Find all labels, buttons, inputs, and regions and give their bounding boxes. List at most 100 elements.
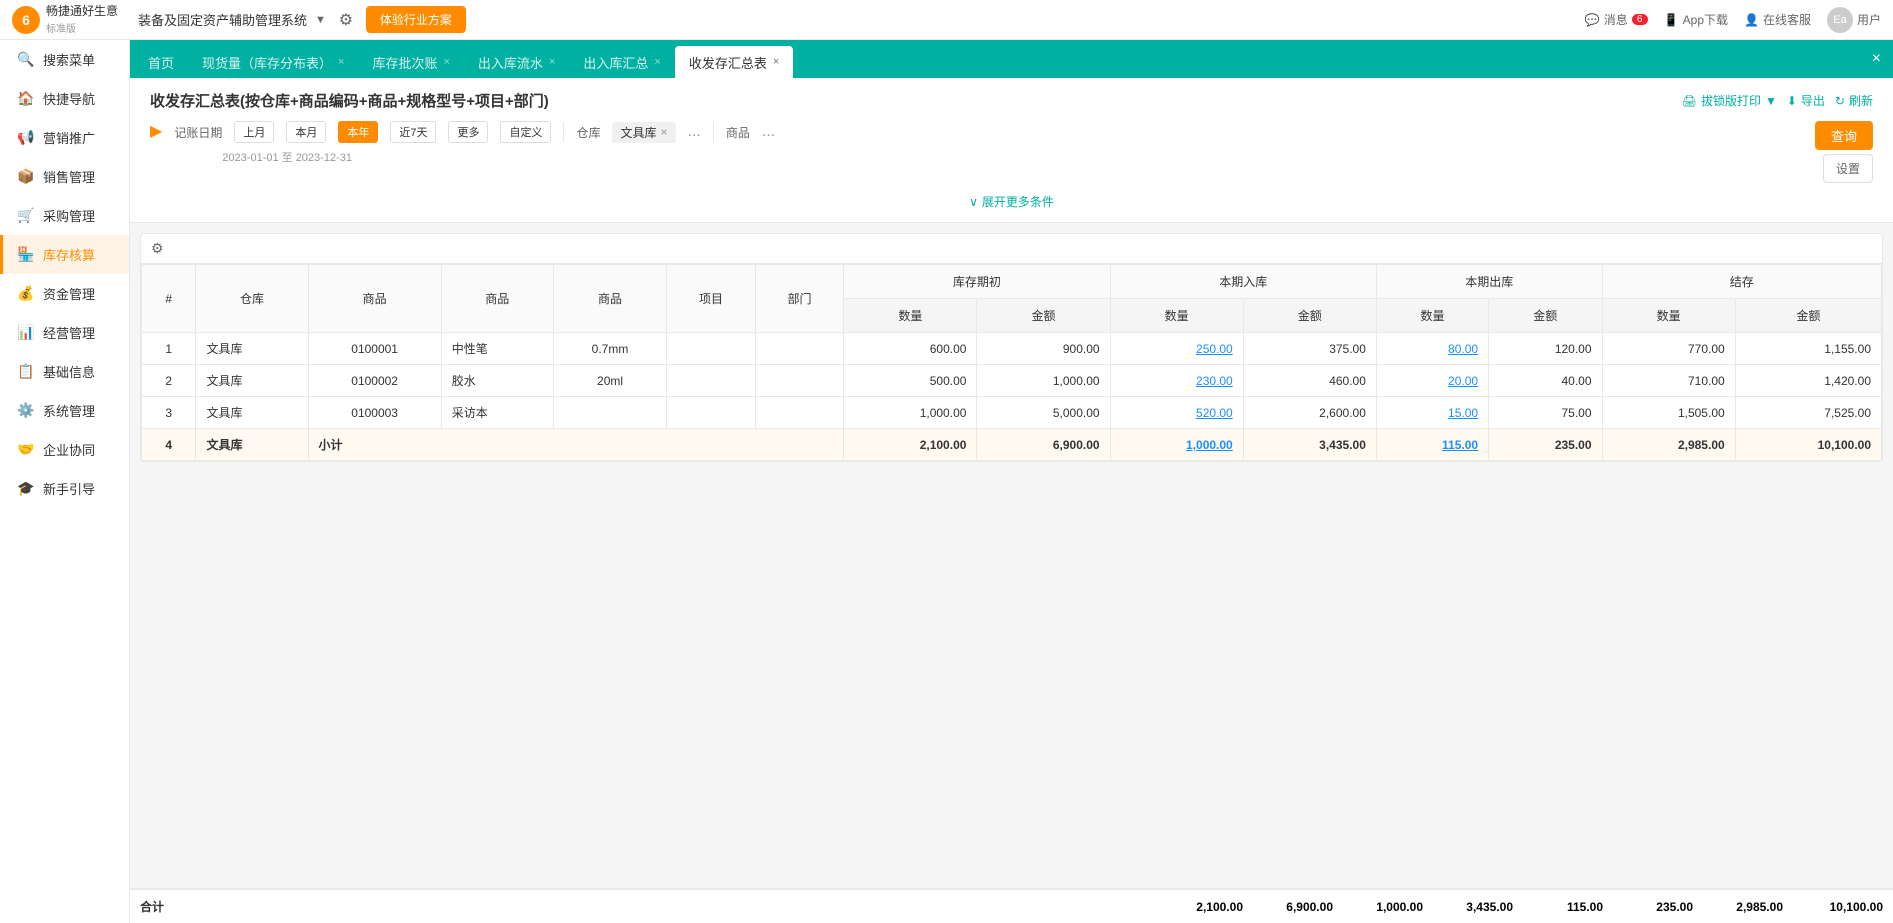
- date-btn-last-month[interactable]: 上月: [234, 121, 274, 143]
- sidebar-label-guide: 新手引导: [43, 479, 95, 498]
- sidebar-item-management[interactable]: 📊 经营管理: [0, 313, 129, 352]
- date-btn-more[interactable]: 更多: [448, 121, 488, 143]
- export-btn[interactable]: ⬇ 导出: [1787, 92, 1825, 109]
- footer-oamt2: 235.00: [1603, 900, 1693, 914]
- sidebar-item-inventory[interactable]: 🏪 库存核算: [0, 235, 129, 274]
- table-gear-icon[interactable]: ⚙: [151, 240, 164, 257]
- subtotal-out-qty-link: 115.00: [1442, 438, 1478, 452]
- inventory-icon: 🏪: [17, 246, 35, 263]
- sidebar-label-search: 搜索菜单: [43, 50, 95, 69]
- tab-summary[interactable]: 出入库汇总 ×: [569, 46, 674, 78]
- th-project: 项目: [667, 265, 756, 333]
- header-left: 6 畅捷通好生意 标准版 装备及固定资产辅助管理系统 ▼ ⚙ 体验行业方案: [12, 4, 466, 35]
- cell-subtotal-oqty2[interactable]: 115.00: [1376, 429, 1488, 461]
- cell-iqty-2[interactable]: 230.00: [1110, 365, 1243, 397]
- cell-iqty-3[interactable]: 520.00: [1110, 397, 1243, 429]
- print-dropdown-icon: ▼: [1765, 94, 1777, 108]
- tab-rfs-close[interactable]: ×: [773, 56, 779, 68]
- tab-summary-close[interactable]: ×: [654, 56, 660, 68]
- th-balance-qty: 数量: [1602, 299, 1735, 333]
- th-name: 商品: [441, 265, 553, 333]
- tab-flow[interactable]: 出入库流水 ×: [464, 46, 569, 78]
- footer-iamt: 3,435.00: [1423, 900, 1513, 914]
- sidebar-label-sales: 销售管理: [43, 167, 95, 186]
- sidebar-item-collab[interactable]: 🤝 企业协同: [0, 430, 129, 469]
- sidebar-label-basic: 基础信息: [43, 362, 95, 381]
- refresh-btn[interactable]: ↻ 刷新: [1835, 92, 1873, 109]
- tab-home-label: 首页: [148, 53, 174, 72]
- tab-stock-dist-label: 现货量（库存分布表）: [202, 53, 332, 72]
- filter-separator-1: [563, 122, 564, 142]
- query-btn[interactable]: 查询: [1815, 121, 1873, 150]
- cell-oqty2-1[interactable]: 80.00: [1376, 333, 1488, 365]
- tab-home[interactable]: 首页: [134, 46, 188, 78]
- expand-more-row: ∨ 展开更多条件: [150, 191, 1873, 214]
- message-label: 消息: [1604, 11, 1628, 28]
- cell-oqty2-3[interactable]: 15.00: [1376, 397, 1488, 429]
- warehouse-tag-close[interactable]: ×: [660, 125, 667, 139]
- cell-iqty-1[interactable]: 250.00: [1110, 333, 1243, 365]
- th-balance: 结存: [1602, 265, 1881, 299]
- th-in: 本期入库: [1110, 265, 1376, 299]
- print-btn[interactable]: 🖨 拔锁版打印 ▼: [1682, 92, 1777, 109]
- tab-flow-label: 出入库流水: [478, 53, 543, 72]
- top-header: 6 畅捷通好生意 标准版 装备及固定资产辅助管理系统 ▼ ⚙ 体验行业方案 💬 …: [0, 0, 1893, 40]
- filter-toggle-btn[interactable]: ▶: [150, 121, 162, 141]
- tab-bar-close-btn[interactable]: ×: [1864, 50, 1889, 68]
- cell-bqty-3: 1,505.00: [1602, 397, 1735, 429]
- sidebar-item-marketing[interactable]: 📢 营销推广: [0, 118, 129, 157]
- tab-batch-label: 库存批次账: [372, 53, 437, 72]
- sidebar-item-search[interactable]: 🔍 搜索菜单: [0, 40, 129, 79]
- cell-oamt2-1: 120.00: [1489, 333, 1602, 365]
- cell-oqty2-2[interactable]: 20.00: [1376, 365, 1488, 397]
- th-opening-amt: 金额: [977, 299, 1110, 333]
- try-btn[interactable]: 体验行业方案: [366, 6, 466, 33]
- tab-batch-close[interactable]: ×: [443, 56, 449, 68]
- warehouse-more-btn[interactable]: ...: [688, 123, 701, 141]
- online-service-action[interactable]: 👤 在线客服: [1744, 11, 1811, 28]
- settings-icon[interactable]: ⚙: [334, 8, 358, 32]
- tab-batch[interactable]: 库存批次账 ×: [358, 46, 463, 78]
- system-title: 装备及固定资产辅助管理系统: [138, 10, 307, 29]
- cell-subtotal-iqty[interactable]: 1,000.00: [1110, 429, 1243, 461]
- sidebar-item-sales[interactable]: 📦 销售管理: [0, 157, 129, 196]
- tab-stock-dist-close[interactable]: ×: [338, 56, 344, 68]
- page-actions: 🖨 拔锁版打印 ▼ ⬇ 导出 ↻ 刷新: [1682, 92, 1873, 109]
- user-area[interactable]: Ea 用户: [1827, 7, 1881, 33]
- goods-more-btn[interactable]: ...: [762, 123, 775, 141]
- footer-bqty: 2,985.00: [1693, 900, 1783, 914]
- cell-name-2: 胶水: [441, 365, 553, 397]
- th-out-qty: 数量: [1376, 299, 1488, 333]
- sidebar-item-purchase[interactable]: 🛒 采购管理: [0, 196, 129, 235]
- tab-flow-close[interactable]: ×: [549, 56, 555, 68]
- cell-spec-3: [553, 397, 666, 429]
- expand-btn[interactable]: ∨ 展开更多条件: [969, 193, 1054, 210]
- sidebar-label-inventory: 库存核算: [43, 245, 95, 264]
- phone-icon: 📱: [1664, 13, 1679, 27]
- cell-dept-3: [755, 397, 844, 429]
- cell-iamt-1: 375.00: [1243, 333, 1376, 365]
- settings-btn[interactable]: 设置: [1823, 154, 1873, 183]
- cell-subtotal-oamt: 6,900.00: [977, 429, 1110, 461]
- sidebar-item-guide[interactable]: 🎓 新手引导: [0, 469, 129, 508]
- date-btn-this-year[interactable]: 本年: [338, 121, 378, 143]
- sidebar-item-nav[interactable]: 🏠 快捷导航: [0, 79, 129, 118]
- date-btn-custom[interactable]: 自定义: [500, 121, 551, 143]
- footer-bamt: 10,100.00: [1783, 900, 1883, 914]
- cell-warehouse-3: 文具库: [196, 397, 308, 429]
- tab-stock-dist[interactable]: 现货量（库存分布表） ×: [188, 46, 358, 78]
- out-qty-link-3: 15.00: [1448, 406, 1478, 420]
- date-btn-7days[interactable]: 近7天: [390, 121, 436, 143]
- system-dropdown-btn[interactable]: ▼: [315, 14, 326, 26]
- date-label: 记账日期: [174, 124, 222, 141]
- page-area: 收发存汇总表(按仓库+商品编码+商品+规格型号+项目+部门) 🖨 拔锁版打印 ▼…: [130, 78, 1893, 923]
- sidebar-item-basic[interactable]: 📋 基础信息: [0, 352, 129, 391]
- date-btn-this-month[interactable]: 本月: [286, 121, 326, 143]
- sidebar-item-system[interactable]: ⚙️ 系统管理: [0, 391, 129, 430]
- tab-rfs[interactable]: 收发存汇总表 ×: [675, 46, 793, 78]
- sidebar-item-finance[interactable]: 💰 资金管理: [0, 274, 129, 313]
- marketing-icon: 📢: [17, 129, 35, 146]
- message-action[interactable]: 💬 消息 6: [1585, 11, 1648, 28]
- goods-label: 商品: [726, 124, 750, 141]
- app-download-action[interactable]: 📱 App下载: [1664, 11, 1728, 28]
